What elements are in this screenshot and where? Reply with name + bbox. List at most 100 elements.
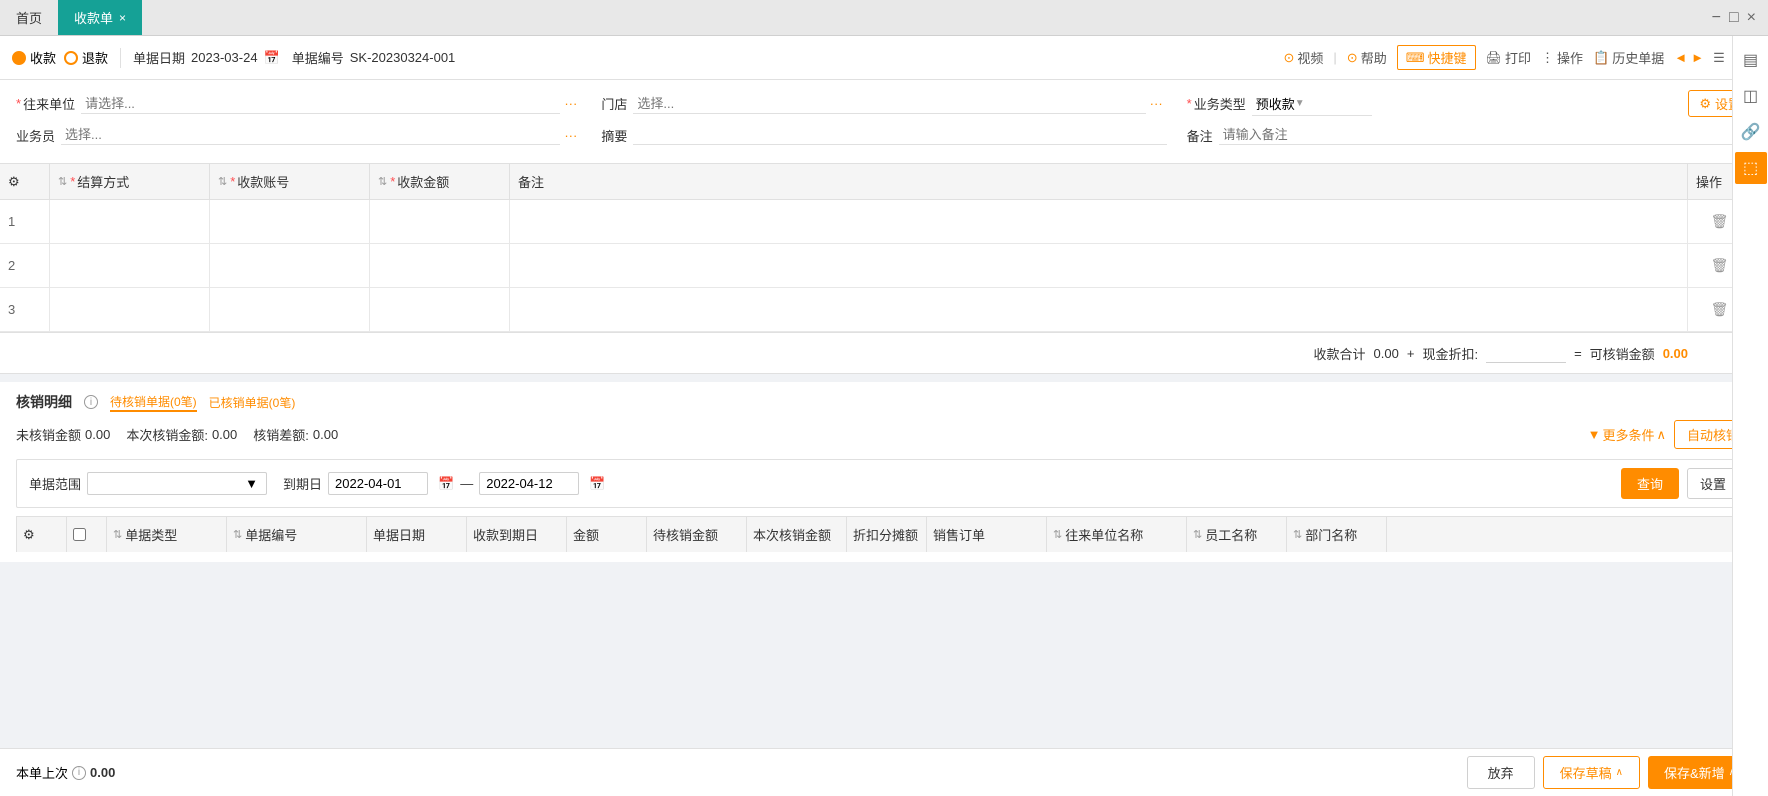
due-date-to-input[interactable] xyxy=(479,472,579,495)
bth-amount: 金额 xyxy=(567,517,647,552)
bth-partner-label: 往来单位名称 xyxy=(1065,525,1143,544)
shop-more-icon[interactable]: ··· xyxy=(1146,96,1167,111)
discount-input[interactable] xyxy=(1486,343,1566,363)
bth-settings[interactable]: ⚙ xyxy=(17,517,67,552)
amount-required: * xyxy=(390,174,395,189)
query-btn[interactable]: 查询 xyxy=(1621,468,1679,499)
save-draft-btn[interactable]: 保存草稿 ∧ xyxy=(1543,756,1640,789)
td-row3-remark[interactable] xyxy=(510,288,1688,331)
td-row3-amount[interactable] xyxy=(370,288,510,331)
row3-delete-icon[interactable]: 🗑 xyxy=(1711,301,1729,318)
help-btn[interactable]: ⊙ 帮助 xyxy=(1347,48,1387,67)
diff-field: 核销差额: 0.00 xyxy=(253,425,338,444)
video-btn[interactable]: ⊙ 视频 xyxy=(1283,48,1323,67)
bth-doc-no: ⇅ 单据编号 xyxy=(227,517,367,552)
list-view-icon[interactable]: ☰ xyxy=(1708,47,1730,69)
sidebar-icon-2[interactable]: ◫ xyxy=(1735,80,1767,112)
toolbar-right-actions: ⊙ 视频 | ⊙ 帮助 ⌨ 快捷键 🖨 打印 ⋮ 操作 📋 历史单据 ◄ ► ☰… xyxy=(1283,45,1756,70)
form-area: * 往来单位 ··· 门店 ··· * 业务类型 预收款 ▼ ⚙ 设置 xyxy=(0,80,1768,164)
print-label: 打印 xyxy=(1505,48,1531,67)
prev-nav-icon[interactable]: ◄ xyxy=(1674,50,1687,65)
row1-delete-icon[interactable]: 🗑 xyxy=(1711,213,1729,230)
filter-actions: 查询 设置 xyxy=(1621,468,1739,499)
refund-radio[interactable]: 退款 xyxy=(64,48,108,67)
partner-more-icon[interactable]: ··· xyxy=(560,96,581,111)
next-nav-icon[interactable]: ► xyxy=(1691,50,1704,65)
history-btn[interactable]: 📋 历史单据 xyxy=(1593,48,1664,67)
staff-more-icon[interactable]: ··· xyxy=(560,128,581,143)
th-settings[interactable]: ⚙ xyxy=(0,164,50,199)
staff-label: 业务员 xyxy=(16,126,61,145)
td-row2-settlement[interactable] xyxy=(50,244,210,287)
abandon-btn[interactable]: 放弃 xyxy=(1467,756,1535,789)
partner-required-mark: * xyxy=(16,96,21,111)
maximize-icon[interactable]: □ xyxy=(1729,9,1739,27)
partner-input[interactable] xyxy=(81,94,560,114)
shop-input[interactable] xyxy=(633,94,1145,114)
footer-info-icon[interactable]: i xyxy=(72,766,86,780)
date-to-calendar-icon[interactable]: 📅 xyxy=(589,476,605,492)
doc-type-sort: ⇅ xyxy=(113,528,122,541)
select-all-checkbox[interactable] xyxy=(73,528,86,541)
shop-label: 门店 xyxy=(601,94,633,113)
print-icon: 🖨 xyxy=(1486,50,1503,66)
minimize-icon[interactable]: − xyxy=(1712,9,1721,27)
td-row3-account[interactable] xyxy=(210,288,370,331)
sidebar-icon-3[interactable]: 🔗 xyxy=(1735,116,1767,148)
td-row2-amount[interactable] xyxy=(370,244,510,287)
date-range-dash: — xyxy=(460,476,473,491)
footer-left: 本单上次 i 0.00 xyxy=(16,763,115,782)
bth-doc-type-label: 单据类型 xyxy=(125,525,177,544)
summary-field: 摘要 xyxy=(601,125,1166,145)
row2-delete-icon[interactable]: 🗑 xyxy=(1711,257,1729,274)
bth-checkbox[interactable] xyxy=(67,517,107,552)
bth-discount-label: 折扣分摊额 xyxy=(853,525,918,544)
summary-input[interactable] xyxy=(633,125,1166,145)
business-type-label: 业务类型 xyxy=(1194,94,1252,113)
td-row1-remark[interactable] xyxy=(510,200,1688,243)
verify-info-icon[interactable]: i xyxy=(84,395,98,409)
tab-close-icon[interactable]: × xyxy=(119,11,126,25)
help-icon: ⊙ xyxy=(1347,50,1358,66)
doc-date-label: 单据日期 xyxy=(133,48,185,67)
operation-icon: ⋮ xyxy=(1541,50,1554,66)
bth-doc-type: ⇅ 单据类型 xyxy=(107,517,227,552)
more-conditions-btn[interactable]: ▼ 更多条件 ∧ xyxy=(1588,425,1666,444)
tab-home[interactable]: 首页 xyxy=(0,0,58,35)
toolbar-divider-1 xyxy=(120,48,121,68)
tab-receipt[interactable]: 收款单 × xyxy=(58,0,142,35)
close-icon[interactable]: × xyxy=(1747,9,1756,27)
receipt-refund-toggle: 收款 退款 xyxy=(12,48,108,67)
staff-input[interactable] xyxy=(61,125,560,145)
td-row1-settlement[interactable] xyxy=(50,200,210,243)
partner-label: 往来单位 xyxy=(23,94,81,113)
receipt-radio[interactable]: 收款 xyxy=(12,48,56,67)
sidebar-icon-1[interactable]: ▤ xyxy=(1735,44,1767,76)
current-verify-label: 本次核销金额: xyxy=(126,425,208,444)
sidebar-icon-4[interactable]: ⬚ xyxy=(1735,152,1767,184)
filter-icon: ▼ xyxy=(1588,427,1601,442)
date-from-calendar-icon[interactable]: 📅 xyxy=(438,476,454,492)
bth-current-label: 本次核销金额 xyxy=(753,525,831,544)
settlement-sort-icon: ⇅ xyxy=(58,175,67,188)
due-date-from-input[interactable] xyxy=(328,472,428,495)
operation-btn[interactable]: ⋮ 操作 xyxy=(1541,48,1583,67)
th-account-label: 收款账号 xyxy=(237,172,289,191)
business-type-select[interactable]: 预收款 ▼ xyxy=(1252,92,1372,116)
td-row2-account[interactable] xyxy=(210,244,370,287)
shortcut-btn[interactable]: ⌨ 快捷键 xyxy=(1397,45,1476,70)
td-row1-amount[interactable] xyxy=(370,200,510,243)
td-row1-account[interactable] xyxy=(210,200,370,243)
doc-date-calendar-icon[interactable]: 📅 xyxy=(264,50,280,66)
td-row2-remark[interactable] xyxy=(510,244,1688,287)
bth-partner: ⇅ 往来单位名称 xyxy=(1047,517,1187,552)
td-row3-settlement[interactable] xyxy=(50,288,210,331)
business-type-chevron: ▼ xyxy=(1295,98,1305,109)
doc-range-select[interactable]: ▼ xyxy=(87,472,267,495)
print-btn[interactable]: 🖨 打印 xyxy=(1486,48,1532,67)
done-tab[interactable]: 已核销单据(0笔) xyxy=(209,394,296,411)
history-icon: 📋 xyxy=(1593,50,1609,66)
remark-input[interactable] xyxy=(1219,125,1752,145)
pending-tab[interactable]: 待核销单据(0笔) xyxy=(110,393,197,412)
doc-range-label: 单据范围 xyxy=(29,474,81,493)
